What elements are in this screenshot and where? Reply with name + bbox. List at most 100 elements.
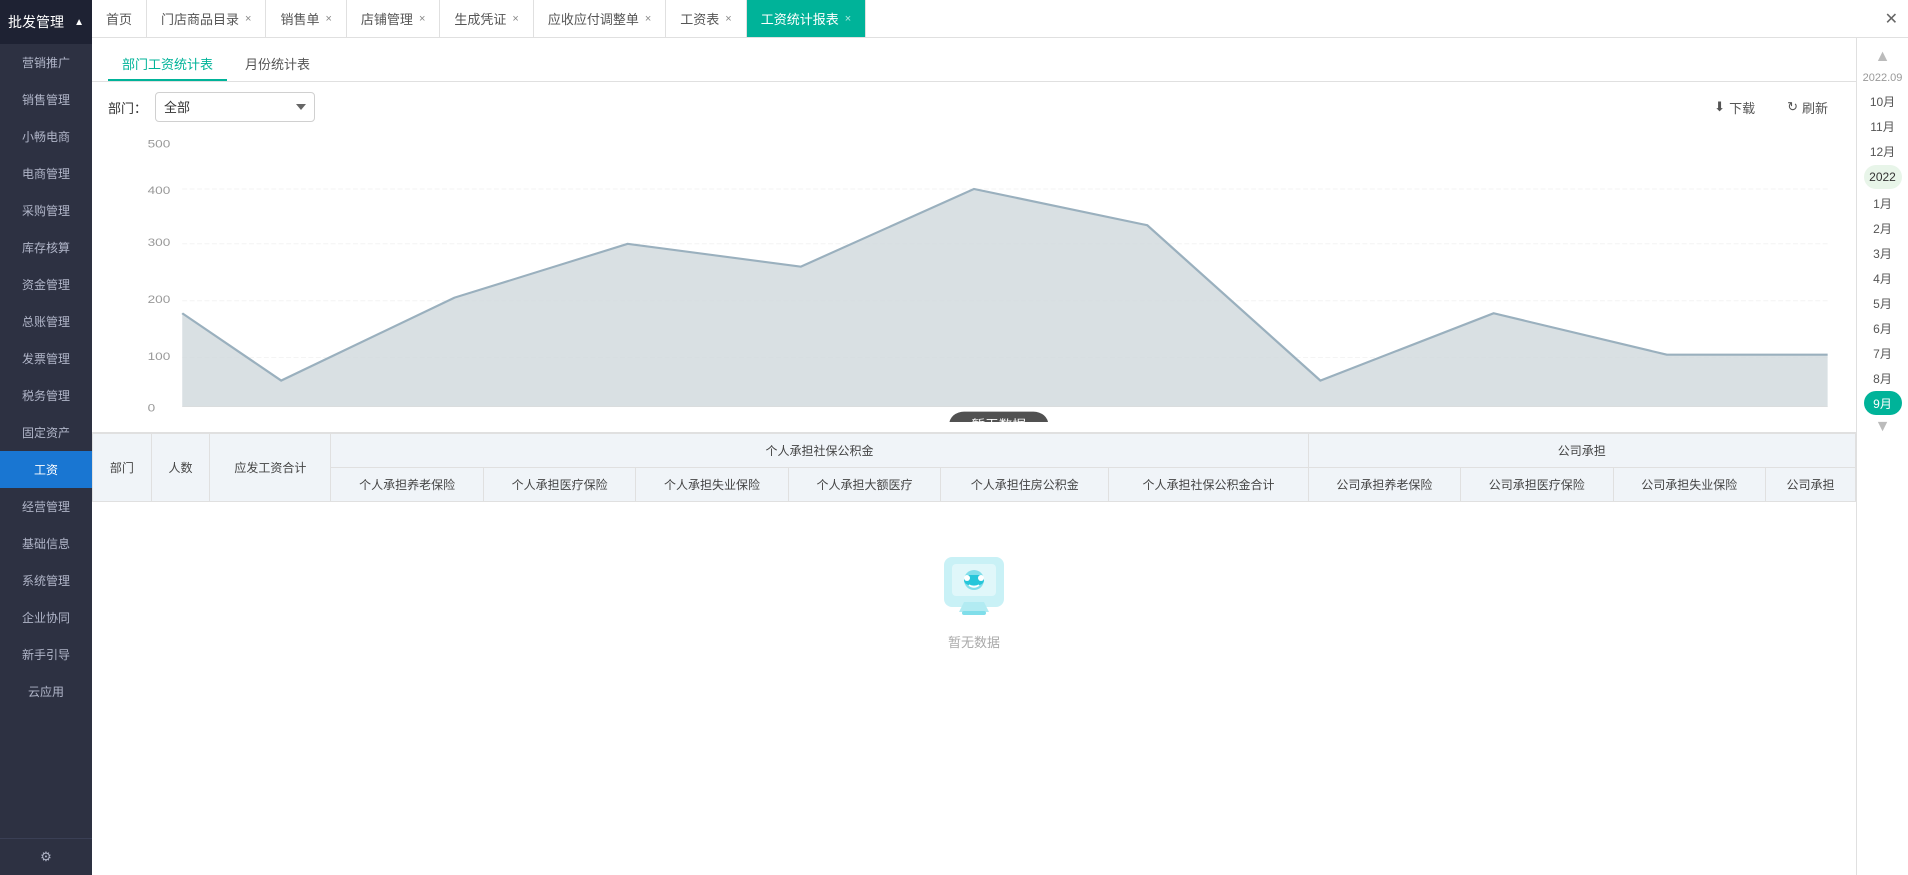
timeline-year-2022: 2022.09 [1857, 72, 1908, 84]
refresh-button[interactable]: ↻ 刷新 [1775, 93, 1840, 122]
chart-area [182, 189, 1827, 407]
col-个人承担大额医疗: 个人承担大额医疗 [788, 468, 940, 502]
sub-tab-monthly-stat[interactable]: 月份统计表 [231, 48, 324, 81]
timeline-month-1[interactable]: 1月 [1864, 191, 1902, 215]
tab-close-sales-order[interactable]: × [325, 13, 331, 25]
timeline-month-10[interactable]: 10月 [1864, 89, 1902, 113]
sidebar-header[interactable]: 批发管理 ▲ [0, 0, 92, 44]
download-icon: ⬇ [1714, 99, 1725, 115]
col-公司承担失业保险: 公司承担失业保险 [1613, 468, 1765, 502]
svg-text:200: 200 [148, 293, 171, 306]
tab-label-gen-voucher: 生成凭证 [454, 9, 506, 28]
page-content: 部门工资统计表月份统计表 部门： 全部销售部采购部财务部行政部 ⬇ 下载 ↻ 刷… [92, 38, 1856, 875]
empty-state: 暂无数据 [92, 502, 1856, 691]
col-公司承担: 公司承担 [1765, 468, 1855, 502]
timeline-month-11[interactable]: 11月 [1864, 114, 1902, 138]
timeline-month-12[interactable]: 12月 [1864, 139, 1902, 163]
sidebar-item-cloud[interactable]: 云应用 [0, 673, 92, 710]
sidebar-items: 营销推广销售管理小畅电商电商管理采购管理库存核算资金管理总账管理发票管理税务管理… [0, 44, 92, 710]
sidebar-item-ecommerce[interactable]: 电商管理 [0, 155, 92, 192]
timeline-month-3[interactable]: 3月 [1864, 241, 1902, 265]
svg-text:100: 100 [148, 350, 171, 363]
dept-select[interactable]: 全部销售部采购部财务部行政部 [155, 92, 315, 122]
sidebar-item-operations[interactable]: 经营管理 [0, 488, 92, 525]
sidebar-item-enterprise[interactable]: 企业协同 [0, 599, 92, 636]
sidebar-collapse-icon: ▲ [74, 17, 84, 28]
col-salary-total: 应发工资合计 [210, 434, 331, 502]
sidebar-item-basics[interactable]: 基础信息 [0, 525, 92, 562]
sidebar-item-inventory[interactable]: 库存核算 [0, 229, 92, 266]
tabs-container: 首页门店商品目录×销售单×店铺管理×生成凭证×应收应付调整单×工资表×工资统计报… [92, 0, 866, 37]
svg-text:500: 500 [148, 138, 171, 151]
refresh-label: 刷新 [1802, 98, 1828, 117]
download-button[interactable]: ⬇ 下载 [1702, 93, 1767, 122]
tab-close-gen-voucher[interactable]: × [512, 13, 518, 25]
col-个人承担医疗保险: 个人承担医疗保险 [483, 468, 635, 502]
svg-text:400: 400 [148, 184, 171, 197]
dept-label: 部门： [108, 98, 147, 117]
tab-close-all[interactable]: ✕ [1875, 0, 1908, 37]
col-个人承担社保公积金合计: 个人承担社保公积金合计 [1109, 468, 1308, 502]
tab-sales-order[interactable]: 销售单 × [266, 0, 346, 37]
timeline-month-8[interactable]: 8月 [1864, 366, 1902, 390]
timeline-month-9[interactable]: 9月 [1864, 391, 1902, 415]
tab-salary-report[interactable]: 工资统计报表× [747, 0, 866, 37]
sidebar-item-finance[interactable]: 资金管理 [0, 266, 92, 303]
sidebar-item-ledger[interactable]: 总账管理 [0, 303, 92, 340]
tab-close-store-catalog[interactable]: × [245, 13, 251, 25]
col-个人承担住房公积金: 个人承担住房公积金 [941, 468, 1109, 502]
tab-ar-ap-adjust[interactable]: 应收应付调整单× [534, 0, 666, 37]
sidebar-item-salary[interactable]: 工资 [0, 451, 92, 488]
main-content: 首页门店商品目录×销售单×店铺管理×生成凭证×应收应付调整单×工资表×工资统计报… [92, 0, 1908, 875]
tab-bar: 首页门店商品目录×销售单×店铺管理×生成凭证×应收应付调整单×工资表×工资统计报… [92, 0, 1908, 38]
sidebar-item-assets[interactable]: 固定资产 [0, 414, 92, 451]
tab-close-ar-ap-adjust[interactable]: × [645, 13, 651, 25]
tab-close-shop-manage[interactable]: × [419, 13, 425, 25]
sidebar-item-purchase[interactable]: 采购管理 [0, 192, 92, 229]
sub-tabs: 部门工资统计表月份统计表 [92, 38, 1856, 82]
empty-icon [934, 542, 1014, 622]
tab-store-catalog[interactable]: 门店商品目录 × [147, 0, 266, 37]
timeline-up-arrow[interactable]: ▲ [1875, 48, 1891, 66]
tab-close-salary-report[interactable]: × [845, 13, 851, 25]
sub-tab-dept-salary[interactable]: 部门工资统计表 [108, 48, 227, 81]
tab-gen-voucher[interactable]: 生成凭证 × [440, 0, 533, 37]
chart-tooltip: 暂无数据 [949, 412, 1048, 422]
sidebar-item-system[interactable]: 系统管理 [0, 562, 92, 599]
action-buttons: ⬇ 下载 ↻ 刷新 [1702, 93, 1840, 122]
sidebar-item-marketing[interactable]: 营销推广 [0, 44, 92, 81]
timeline-month-6[interactable]: 6月 [1864, 316, 1902, 340]
tab-close-payroll[interactable]: × [725, 13, 731, 25]
svg-text:300: 300 [148, 236, 171, 249]
sidebar-item-ecommerce-small[interactable]: 小畅电商 [0, 118, 92, 155]
timeline-panel: ▲ 2022.09 10月11月12月 2022 1月2月3月4月5月6月7月8… [1856, 38, 1908, 875]
sidebar-item-invoice[interactable]: 发票管理 [0, 340, 92, 377]
sidebar-item-guide[interactable]: 新手引导 [0, 636, 92, 673]
empty-text: 暂无数据 [948, 632, 1000, 651]
tab-payroll[interactable]: 工资表× [666, 0, 746, 37]
sidebar-settings[interactable]: ⚙ [0, 838, 92, 875]
tab-label-store-catalog: 门店商品目录 [161, 9, 239, 28]
filter-row: 部门： 全部销售部采购部财务部行政部 [108, 92, 315, 122]
col-公司承担医疗保险: 公司承担医疗保险 [1461, 468, 1613, 502]
refresh-icon: ↻ [1787, 99, 1798, 115]
toolbar: 部门： 全部销售部采购部财务部行政部 ⬇ 下载 ↻ 刷新 [92, 82, 1856, 132]
content-area: 部门工资统计表月份统计表 部门： 全部销售部采购部财务部行政部 ⬇ 下载 ↻ 刷… [92, 38, 1908, 875]
tab-shop-manage[interactable]: 店铺管理× [347, 0, 440, 37]
col-people: 人数 [151, 434, 210, 502]
col-公司承担养老保险: 公司承担养老保险 [1308, 468, 1460, 502]
timeline-month-5[interactable]: 5月 [1864, 291, 1902, 315]
tab-home[interactable]: 首页 [92, 0, 147, 37]
chart-wrapper: 0 100 200 300 400 500 [92, 132, 1856, 432]
tab-label-sales-order: 销售单 [280, 9, 319, 28]
timeline-down-arrow[interactable]: ▼ [1875, 418, 1891, 436]
timeline-months-2023: 1月2月3月4月5月6月7月8月9月 [1864, 190, 1902, 416]
table-wrapper: 部门 人数 应发工资合计 个人承担社保公积金 公司承担 个人承担养老保险个人承担… [92, 432, 1856, 875]
timeline-year-badge[interactable]: 2022 [1864, 165, 1902, 189]
timeline-month-2[interactable]: 2月 [1864, 216, 1902, 240]
timeline-months-2022: 10月11月12月 [1864, 88, 1902, 164]
sidebar-item-sales[interactable]: 销售管理 [0, 81, 92, 118]
timeline-month-7[interactable]: 7月 [1864, 341, 1902, 365]
timeline-month-4[interactable]: 4月 [1864, 266, 1902, 290]
sidebar-item-tax[interactable]: 税务管理 [0, 377, 92, 414]
